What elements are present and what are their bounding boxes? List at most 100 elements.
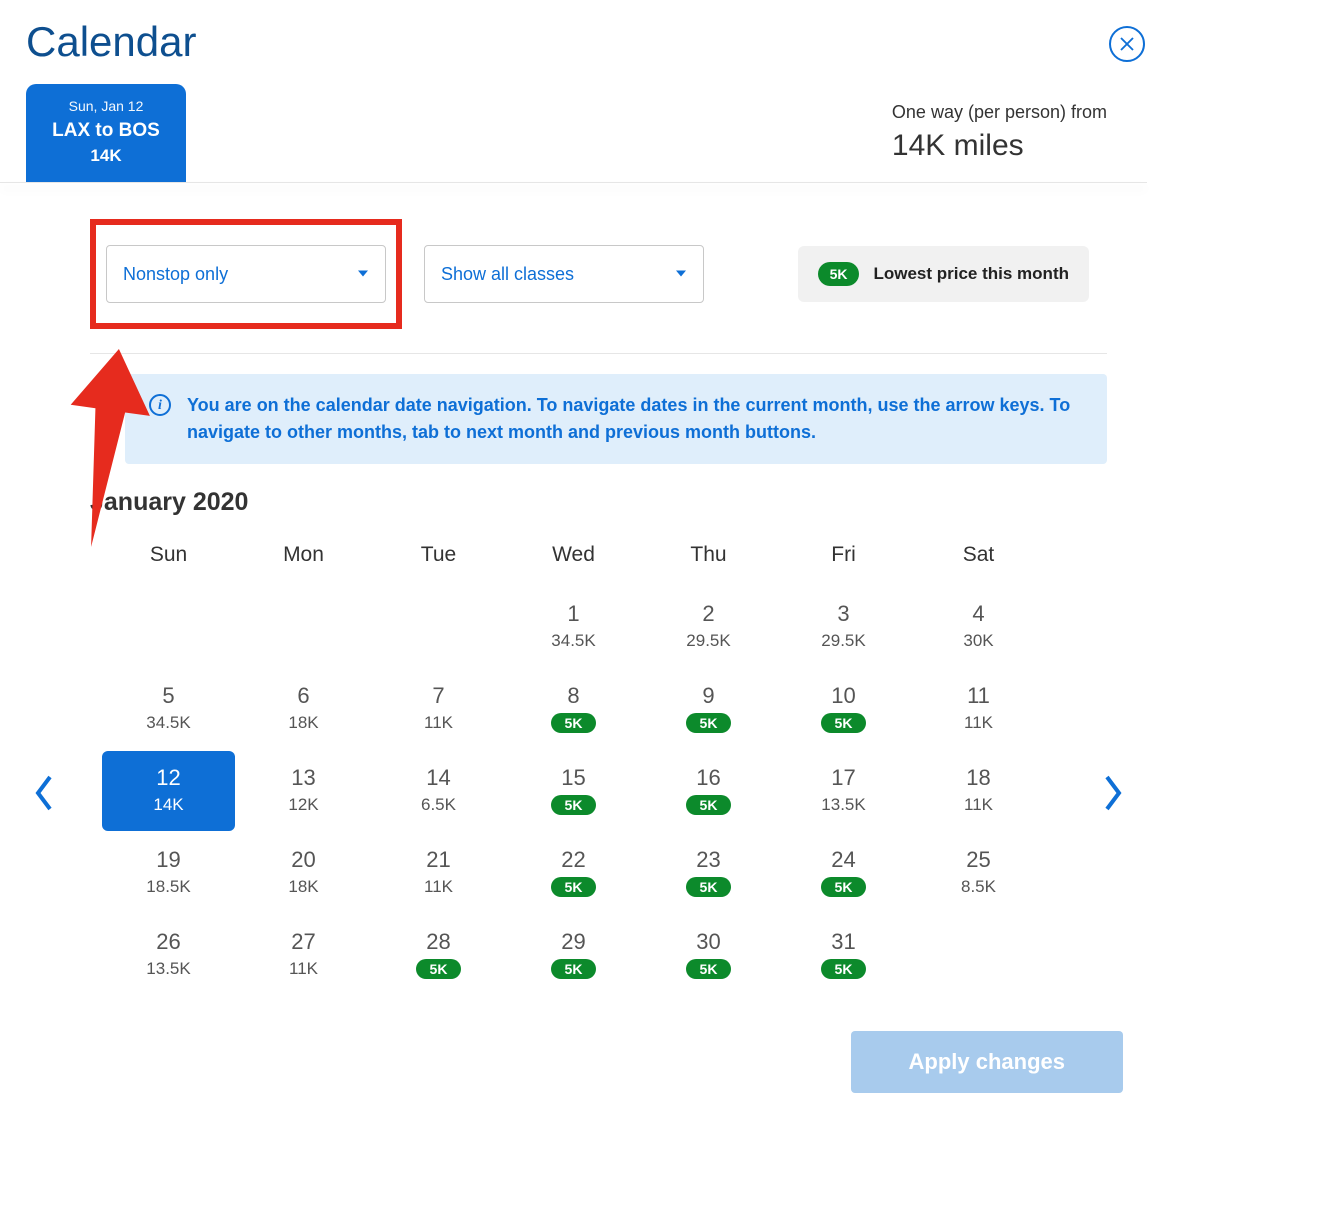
day-price-lowest: 5K: [686, 713, 732, 733]
day-number: 29: [507, 929, 640, 955]
day-cell[interactable]: 315K: [777, 915, 910, 995]
day-of-week-header: Tue: [372, 533, 505, 585]
day-cell[interactable]: 285K: [372, 915, 505, 995]
day-price-lowest: 5K: [821, 713, 867, 733]
day-cell[interactable]: 2111K: [372, 833, 505, 913]
day-of-week-header: Thu: [642, 533, 775, 585]
lowest-price-label: Lowest price this month: [873, 264, 1069, 284]
day-cell[interactable]: 1111K: [912, 669, 1045, 749]
summary-line1: One way (per person) from: [892, 102, 1107, 123]
day-cell[interactable]: 1811K: [912, 751, 1045, 831]
next-month-button[interactable]: [1099, 773, 1127, 818]
day-number: 25: [912, 847, 1045, 873]
day-cell[interactable]: 534.5K: [102, 669, 235, 749]
day-number: 19: [102, 847, 235, 873]
day-price-lowest: 5K: [686, 959, 732, 979]
day-number: 3: [777, 601, 910, 627]
day-cell[interactable]: 329.5K: [777, 587, 910, 667]
day-price: 11K: [372, 713, 505, 733]
day-cell[interactable]: 618K: [237, 669, 370, 749]
day-cell[interactable]: 85K: [507, 669, 640, 749]
day-of-week-header: Mon: [237, 533, 370, 585]
day-cell[interactable]: 1214K: [102, 751, 235, 831]
day-cell[interactable]: 1 34.5K: [507, 587, 640, 667]
day-cell[interactable]: 155K: [507, 751, 640, 831]
day-cell[interactable]: 711K: [372, 669, 505, 749]
day-price: 11K: [912, 795, 1045, 815]
day-price: 34.5K: [507, 631, 640, 651]
day-number: 15: [507, 765, 640, 791]
day-cell[interactable]: 165K: [642, 751, 775, 831]
selected-trip-card[interactable]: Sun, Jan 12 LAX to BOS 14K: [26, 84, 186, 182]
day-number: 18: [912, 765, 1045, 791]
day-number: 21: [372, 847, 505, 873]
day-cell[interactable]: 1312K: [237, 751, 370, 831]
day-price-lowest: 5K: [416, 959, 462, 979]
day-number: 7: [372, 683, 505, 709]
day-price: 13.5K: [102, 959, 235, 979]
close-icon: [1118, 35, 1136, 53]
day-number: 5: [102, 683, 235, 709]
day-number: 9: [642, 683, 775, 709]
day-cell[interactable]: 146.5K: [372, 751, 505, 831]
chevron-down-icon: [675, 264, 687, 285]
day-number: 28: [372, 929, 505, 955]
controls-divider: [90, 353, 1107, 354]
prev-month-button[interactable]: [30, 773, 58, 818]
day-cell-empty: [237, 587, 370, 667]
day-price: 11K: [372, 877, 505, 897]
day-cell[interactable]: 95K: [642, 669, 775, 749]
day-cell[interactable]: 26 13.5K: [102, 915, 235, 995]
price-summary: One way (per person) from 14K miles: [892, 84, 1147, 163]
day-cell[interactable]: 2711K: [237, 915, 370, 995]
day-price-lowest: 5K: [821, 959, 867, 979]
day-of-week-header: Fri: [777, 533, 910, 585]
month-title: January 2020: [90, 488, 1147, 517]
day-number: 16: [642, 765, 775, 791]
class-filter-label: Show all classes: [441, 264, 574, 285]
day-price-lowest: 5K: [551, 713, 597, 733]
day-price-lowest: 5K: [686, 877, 732, 897]
lowest-price-badge: 5K: [818, 262, 860, 286]
class-filter[interactable]: Show all classes: [424, 245, 704, 303]
day-price: 18.5K: [102, 877, 235, 897]
day-of-week-header: Sun: [102, 533, 235, 585]
day-cell[interactable]: 305K: [642, 915, 775, 995]
day-cell[interactable]: 25 8.5K: [912, 833, 1045, 913]
day-number: 4: [912, 601, 1045, 627]
day-number: 22: [507, 847, 640, 873]
close-button[interactable]: [1109, 26, 1145, 62]
day-price: 30K: [912, 631, 1045, 651]
day-number: 24: [777, 847, 910, 873]
day-cell[interactable]: 245K: [777, 833, 910, 913]
day-price-lowest: 5K: [551, 959, 597, 979]
day-price: 14K: [102, 795, 235, 815]
day-cell[interactable]: 295K: [507, 915, 640, 995]
day-of-week-header: Sat: [912, 533, 1045, 585]
header-divider: [0, 182, 1147, 183]
info-text: You are on the calendar date navigation.…: [187, 392, 1083, 446]
day-price: 29.5K: [642, 631, 775, 651]
day-cell[interactable]: 225K: [507, 833, 640, 913]
day-cell[interactable]: 1713.5K: [777, 751, 910, 831]
day-price: 8.5K: [912, 877, 1045, 897]
day-number: 1: [507, 601, 640, 627]
day-cell[interactable]: 229.5K: [642, 587, 775, 667]
day-of-week-header: Wed: [507, 533, 640, 585]
day-cell[interactable]: 19 18.5K: [102, 833, 235, 913]
annotation-highlight: Nonstop only: [90, 219, 402, 329]
day-number: 26: [102, 929, 235, 955]
day-price-lowest: 5K: [686, 795, 732, 815]
day-price: 13.5K: [777, 795, 910, 815]
apply-changes-button[interactable]: Apply changes: [851, 1031, 1123, 1093]
stops-filter[interactable]: Nonstop only: [106, 245, 386, 303]
day-cell[interactable]: 105K: [777, 669, 910, 749]
day-cell[interactable]: 2018K: [237, 833, 370, 913]
summary-line2: 14K miles: [892, 129, 1107, 163]
day-cell[interactable]: 235K: [642, 833, 775, 913]
day-cell[interactable]: 430K: [912, 587, 1045, 667]
info-banner: i You are on the calendar date navigatio…: [125, 374, 1107, 464]
day-price: 11K: [237, 959, 370, 979]
calendar-grid: SunMonTueWedThuFriSat134.5K229.5K329.5K4…: [102, 533, 1045, 995]
day-number: 27: [237, 929, 370, 955]
